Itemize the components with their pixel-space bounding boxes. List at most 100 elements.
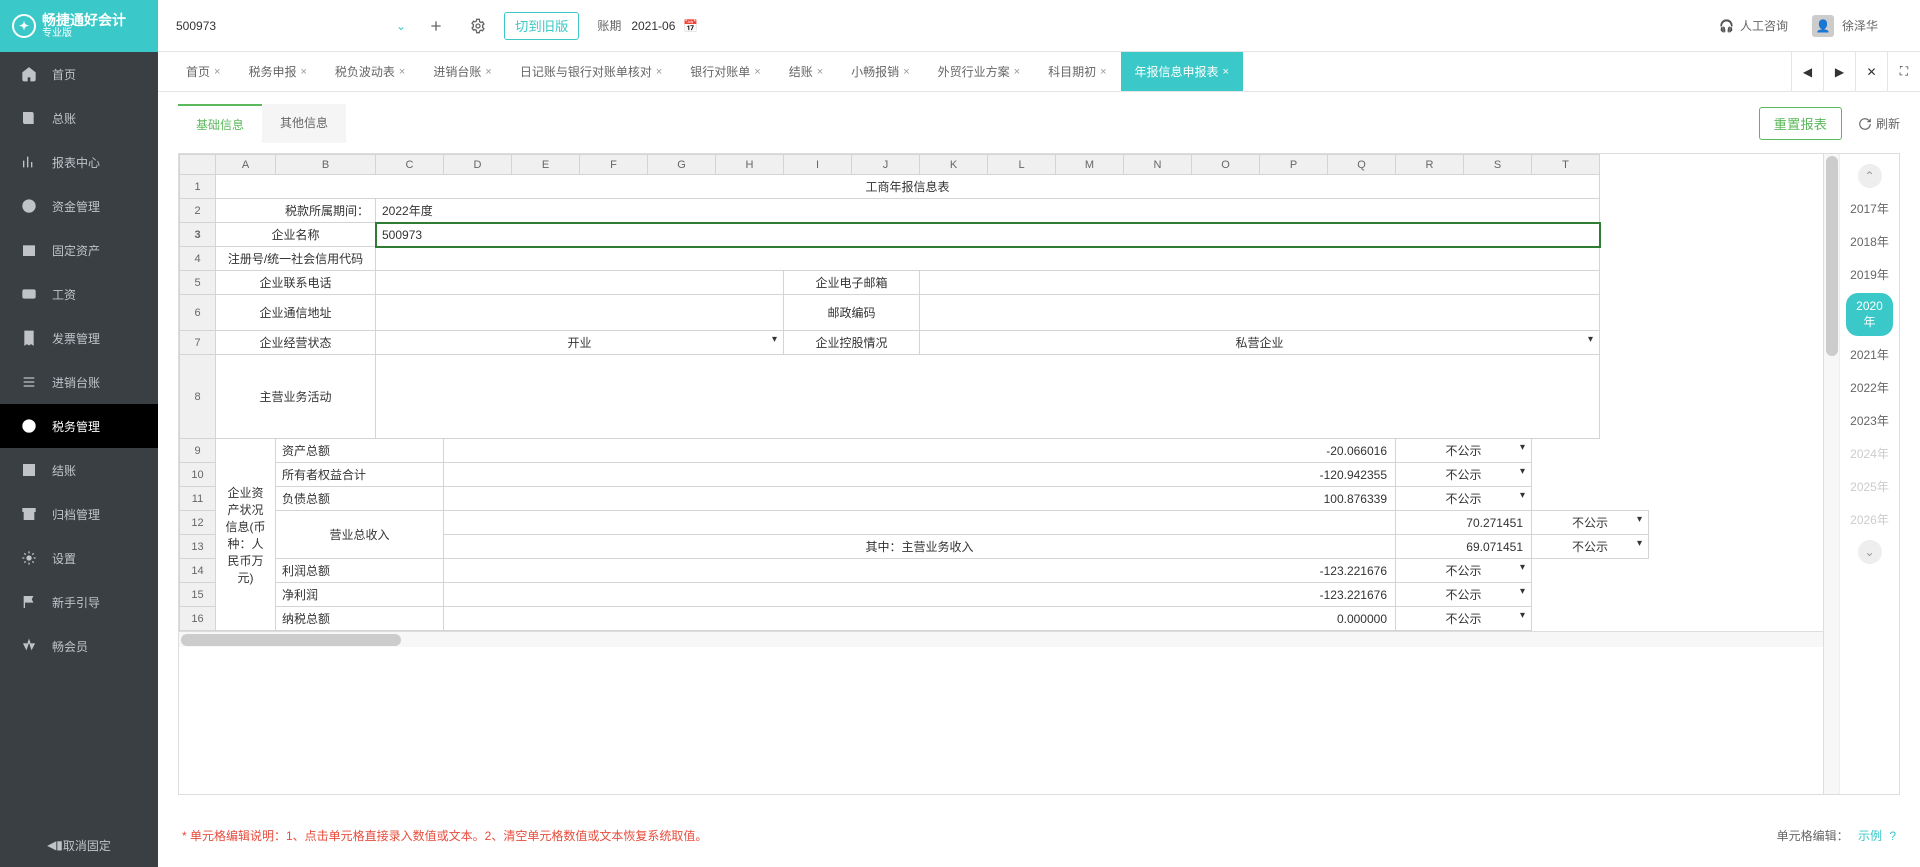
- year-option[interactable]: 2020年: [1846, 293, 1893, 336]
- col-header[interactable]: O: [1192, 155, 1260, 175]
- contact-phone-cell[interactable]: [376, 271, 784, 295]
- vertical-scrollbar[interactable]: [1823, 154, 1839, 794]
- calendar-icon[interactable]: 📅: [683, 19, 698, 33]
- year-scroll-up[interactable]: ⌃: [1858, 164, 1882, 188]
- unpin-button[interactable]: ◀▮ 取消固定: [0, 823, 158, 867]
- sidebar-item-report[interactable]: 报表中心: [0, 140, 158, 184]
- close-icon[interactable]: ×: [214, 66, 220, 78]
- col-header[interactable]: F: [580, 155, 648, 175]
- consult-button[interactable]: 🎧 人工咨询: [1719, 17, 1788, 34]
- year-scroll-down[interactable]: ⌄: [1858, 540, 1882, 564]
- publicity-select[interactable]: 不公示: [1532, 535, 1649, 559]
- close-icon[interactable]: ×: [817, 66, 823, 78]
- tab-8[interactable]: 外贸行业方案×: [924, 52, 1034, 91]
- close-icon[interactable]: ×: [300, 66, 306, 78]
- user-menu[interactable]: 👤 徐泽华: [1812, 15, 1878, 37]
- tab-4[interactable]: 日记账与银行对账单核对×: [506, 52, 676, 91]
- reg-code-cell[interactable]: [376, 247, 1600, 271]
- sidebar-item-close[interactable]: 结账: [0, 448, 158, 492]
- tab-10[interactable]: 年报信息申报表×: [1121, 52, 1243, 91]
- col-header[interactable]: K: [920, 155, 988, 175]
- tab-0[interactable]: 首页×: [172, 52, 234, 91]
- row-header[interactable]: 4: [180, 247, 216, 271]
- close-icon[interactable]: ×: [485, 66, 491, 78]
- sidebar-item-vip[interactable]: 畅会员: [0, 624, 158, 668]
- sidebar-item-setting[interactable]: 设置: [0, 536, 158, 580]
- fin-value[interactable]: 69.071451: [1396, 535, 1532, 559]
- postal-cell[interactable]: [920, 295, 1600, 331]
- fin-value[interactable]: 100.876339: [444, 487, 1396, 511]
- tab-3[interactable]: 进销台账×: [419, 52, 505, 91]
- tab-7[interactable]: 小畅报销×: [837, 52, 923, 91]
- row-header[interactable]: 15: [180, 583, 216, 607]
- company-name-cell[interactable]: 500973: [376, 223, 1600, 247]
- close-icon[interactable]: ×: [1100, 66, 1106, 78]
- year-option[interactable]: 2018年: [1840, 225, 1899, 258]
- close-icon[interactable]: ×: [1223, 66, 1229, 78]
- year-option[interactable]: 2022年: [1840, 371, 1899, 404]
- col-header[interactable]: J: [852, 155, 920, 175]
- sidebar-item-psi[interactable]: 进销台账: [0, 360, 158, 404]
- publicity-select[interactable]: 不公示: [1396, 463, 1532, 487]
- tab-5[interactable]: 银行对账单×: [676, 52, 774, 91]
- close-icon[interactable]: ×: [399, 66, 405, 78]
- close-icon[interactable]: ×: [656, 66, 662, 78]
- row-header[interactable]: 5: [180, 271, 216, 295]
- col-header[interactable]: E: [512, 155, 580, 175]
- close-icon[interactable]: ×: [1014, 66, 1020, 78]
- tax-period-value[interactable]: 2022年度: [376, 199, 1600, 223]
- col-header[interactable]: N: [1124, 155, 1192, 175]
- address-cell[interactable]: [376, 295, 784, 331]
- subtab-other[interactable]: 其他信息: [262, 104, 346, 143]
- horizontal-scrollbar[interactable]: [179, 631, 1823, 647]
- fin-value[interactable]: 70.271451: [1396, 511, 1532, 535]
- fin-value[interactable]: -123.221676: [444, 583, 1396, 607]
- col-header[interactable]: H: [716, 155, 784, 175]
- col-header[interactable]: P: [1260, 155, 1328, 175]
- tab-6[interactable]: 结账×: [775, 52, 837, 91]
- sidebar-item-tax[interactable]: 税务管理: [0, 404, 158, 448]
- col-header[interactable]: G: [648, 155, 716, 175]
- fin-value[interactable]: -20.066016: [444, 439, 1396, 463]
- fin-sub-blank[interactable]: [444, 511, 1396, 535]
- col-header[interactable]: L: [988, 155, 1056, 175]
- publicity-select[interactable]: 不公示: [1396, 583, 1532, 607]
- row-header[interactable]: 9: [180, 439, 216, 463]
- email-cell[interactable]: [920, 271, 1600, 295]
- col-header[interactable]: I: [784, 155, 852, 175]
- status-select[interactable]: 开业: [376, 331, 784, 355]
- row-header[interactable]: 10: [180, 463, 216, 487]
- fullscreen-button[interactable]: ⛶: [1888, 52, 1920, 91]
- switch-old-button[interactable]: 切到旧版: [504, 12, 579, 40]
- sidebar-item-guide[interactable]: 新手引导: [0, 580, 158, 624]
- refresh-button[interactable]: 刷新: [1858, 115, 1900, 132]
- tab-scroll-left[interactable]: ◀: [1792, 52, 1824, 91]
- holding-select[interactable]: 私营企业: [920, 331, 1600, 355]
- publicity-select[interactable]: 不公示: [1396, 439, 1532, 463]
- sidebar-item-asset[interactable]: 固定资产: [0, 228, 158, 272]
- grid[interactable]: ABCDEFGHIJKLMNOPQRST 1工商年报信息表2税款所属期间：202…: [179, 154, 1649, 631]
- tab-9[interactable]: 科目期初×: [1034, 52, 1120, 91]
- row-header[interactable]: 1: [180, 175, 216, 199]
- tab-2[interactable]: 税负波动表×: [321, 52, 419, 91]
- row-header[interactable]: 7: [180, 331, 216, 355]
- publicity-select[interactable]: 不公示: [1532, 511, 1649, 535]
- add-button[interactable]: [424, 14, 448, 38]
- close-icon[interactable]: ×: [903, 66, 909, 78]
- settings-icon[interactable]: [466, 14, 490, 38]
- year-option[interactable]: 2019年: [1840, 258, 1899, 291]
- publicity-select[interactable]: 不公示: [1396, 487, 1532, 511]
- row-header[interactable]: 12: [180, 511, 216, 535]
- sidebar-item-salary[interactable]: 工资: [0, 272, 158, 316]
- col-header[interactable]: Q: [1328, 155, 1396, 175]
- col-header[interactable]: D: [444, 155, 512, 175]
- sidebar-item-invoice[interactable]: 发票管理: [0, 316, 158, 360]
- tab-close-all[interactable]: ✕: [1856, 52, 1888, 91]
- fin-value[interactable]: 0.000000: [444, 607, 1396, 631]
- sidebar-item-archive[interactable]: 归档管理: [0, 492, 158, 536]
- row-header[interactable]: 11: [180, 487, 216, 511]
- fin-value[interactable]: -123.221676: [444, 559, 1396, 583]
- help-icon[interactable]: ?: [1889, 829, 1896, 843]
- year-option[interactable]: 2023年: [1840, 404, 1899, 437]
- sidebar-item-ledger[interactable]: 总账: [0, 96, 158, 140]
